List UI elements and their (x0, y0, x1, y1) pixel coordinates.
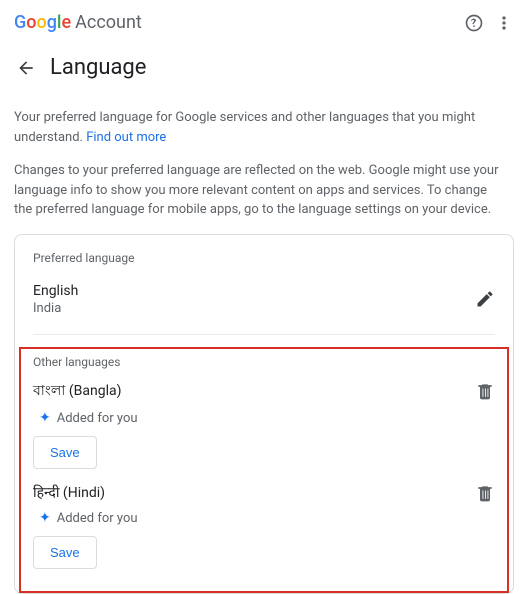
description-para2: Changes to your preferred language are r… (14, 161, 508, 220)
preferred-language-region: India (33, 301, 78, 316)
sparkle-icon: ✦ (39, 411, 51, 425)
save-button[interactable]: Save (33, 436, 97, 469)
language-card: Preferred language English India Other l… (14, 234, 514, 594)
section-divider (33, 334, 495, 335)
save-button[interactable]: Save (33, 536, 97, 569)
preferred-language-name: English (33, 283, 78, 299)
other-languages-label: Other languages (33, 355, 495, 369)
back-arrow-icon[interactable] (16, 58, 36, 78)
other-languages-highlight: Other languages বাংলা (Bangla) ✦ Added f… (19, 347, 509, 593)
help-icon[interactable] (464, 13, 484, 33)
delete-trash-icon[interactable] (475, 381, 495, 401)
added-for-you-text: Added for you (57, 411, 138, 426)
sparkle-icon: ✦ (39, 511, 51, 525)
app-header: Google Account (0, 0, 528, 45)
other-language-item: বাংলা (Bangla) ✦ Added for you Save (33, 379, 495, 483)
edit-pencil-icon[interactable] (475, 289, 495, 309)
delete-trash-icon[interactable] (475, 483, 495, 503)
added-for-you-row: ✦ Added for you (39, 411, 495, 426)
google-account-logo: Google Account (14, 12, 142, 33)
preferred-language-label: Preferred language (33, 251, 495, 265)
page-description: Your preferred language for Google servi… (0, 94, 528, 220)
description-para1: Your preferred language for Google servi… (14, 110, 475, 145)
added-for-you-row: ✦ Added for you (39, 511, 495, 526)
added-for-you-text: Added for you (57, 511, 138, 526)
page-title: Language (50, 55, 146, 80)
preferred-language-row: English India (33, 283, 495, 316)
other-language-name: हिन्दी (Hindi) (33, 483, 105, 502)
more-vert-icon[interactable] (494, 13, 514, 33)
logo-account-text: Account (75, 12, 142, 33)
find-out-more-link[interactable]: Find out more (86, 130, 166, 145)
page-title-row: Language (0, 45, 528, 94)
other-language-item: हिन्दी (Hindi) ✦ Added for you Save (33, 483, 495, 583)
other-language-name: বাংলা (Bangla) (33, 379, 121, 403)
